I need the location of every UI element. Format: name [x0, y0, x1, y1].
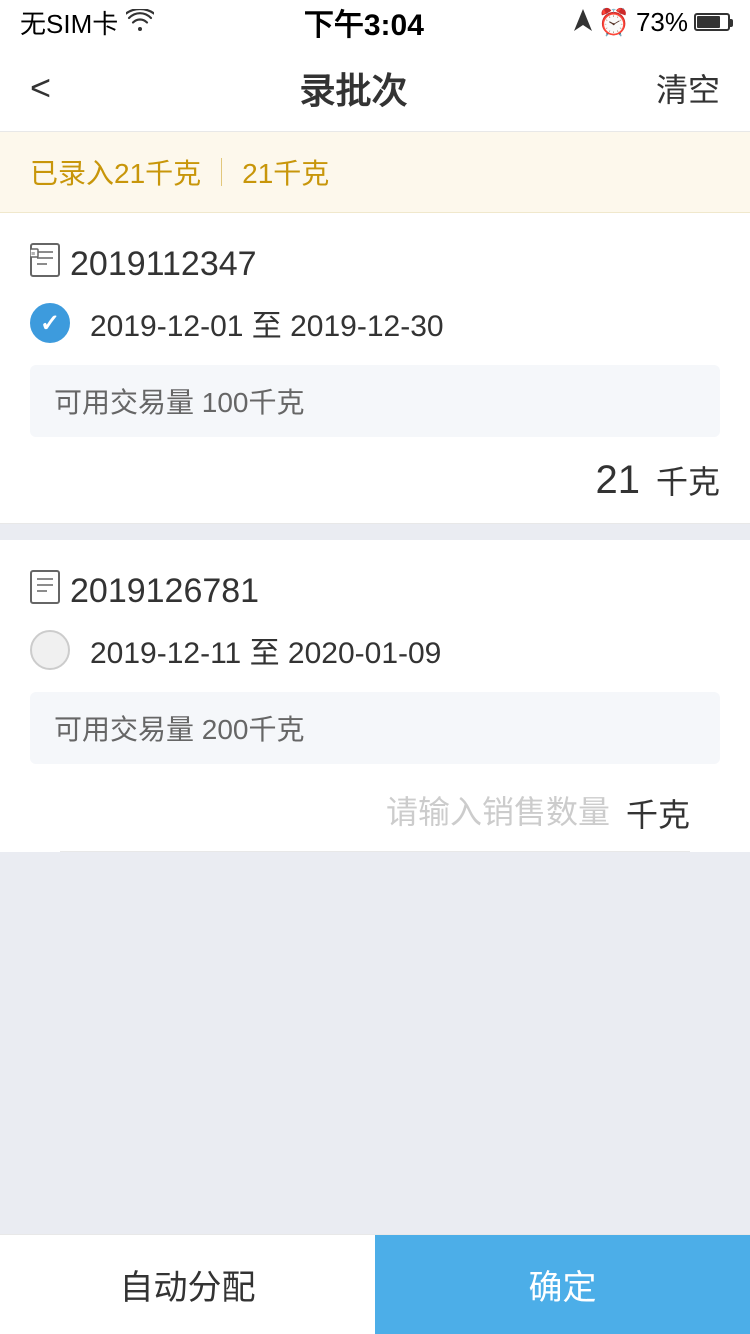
bottom-bar: 自动分配 确定: [0, 1234, 750, 1334]
auto-distribute-button[interactable]: 自动分配: [0, 1235, 375, 1334]
page-title: 录批次: [300, 62, 408, 114]
confirm-button[interactable]: 确定: [375, 1235, 750, 1334]
battery-percent: 73%: [636, 7, 688, 38]
back-button[interactable]: <: [30, 67, 51, 109]
batch1-date: 2019-12-01 至 2019-12-30: [90, 301, 444, 345]
location-icon: [574, 7, 592, 38]
batch2-radio[interactable]: [30, 630, 70, 670]
batch2-input-wrapper: 千克: [0, 764, 750, 852]
carrier-text: 无SIM卡: [20, 4, 118, 41]
info-value: 21千克: [242, 152, 329, 192]
batch1-amount-unit: 千克: [656, 457, 720, 503]
batch2-quantity-input[interactable]: [60, 774, 610, 851]
alarm-icon: ⏰: [598, 7, 630, 38]
batch1-radio[interactable]: [30, 303, 70, 343]
batch2-doc-icon: [30, 570, 60, 612]
batch2-unit: 千克: [626, 790, 690, 836]
batch2-header: 2019126781: [30, 570, 720, 612]
batch1-amount-row: 21 千克: [0, 437, 750, 524]
info-recorded-label: 已录入21千克: [30, 152, 201, 192]
batch1-amount-value: 21: [595, 458, 640, 503]
nav-bar: < 录批次 清空: [0, 44, 750, 132]
status-time: 下午3:04: [304, 0, 424, 44]
clear-button[interactable]: 清空: [656, 65, 720, 111]
batch1-doc-icon: ≡: [30, 243, 60, 285]
batch2-date-row[interactable]: 2019-12-11 至 2020-01-09: [30, 628, 720, 672]
batch1-header: ≡ 2019112347: [30, 243, 720, 285]
status-right: ⏰ 73%: [574, 7, 730, 38]
batch1-available-qty: 可用交易量 100千克: [30, 365, 720, 437]
batch2-date: 2019-12-11 至 2020-01-09: [90, 628, 441, 672]
batch-item-2: 2019126781 2019-12-11 至 2020-01-09 可用交易量…: [0, 540, 750, 764]
status-bar: 无SIM卡 下午3:04 ⏰ 73%: [0, 0, 750, 44]
batch2-available-qty: 可用交易量 200千克: [30, 692, 720, 764]
wifi-icon: [126, 7, 154, 38]
svg-text:≡: ≡: [31, 251, 35, 258]
batch1-id: 2019112347: [70, 245, 257, 284]
batch2-id: 2019126781: [70, 572, 259, 611]
status-left: 无SIM卡: [20, 4, 154, 41]
section-divider-1: [0, 524, 750, 540]
batch1-date-row[interactable]: 2019-12-01 至 2019-12-30: [30, 301, 720, 345]
batch2-input-row: 千克: [30, 774, 720, 851]
info-banner: 已录入21千克 21千克: [0, 132, 750, 213]
battery-icon: [694, 13, 730, 31]
batch-item-1: ≡ 2019112347 2019-12-01 至 2019-12-30 可用交…: [0, 213, 750, 437]
info-divider: [221, 158, 222, 186]
